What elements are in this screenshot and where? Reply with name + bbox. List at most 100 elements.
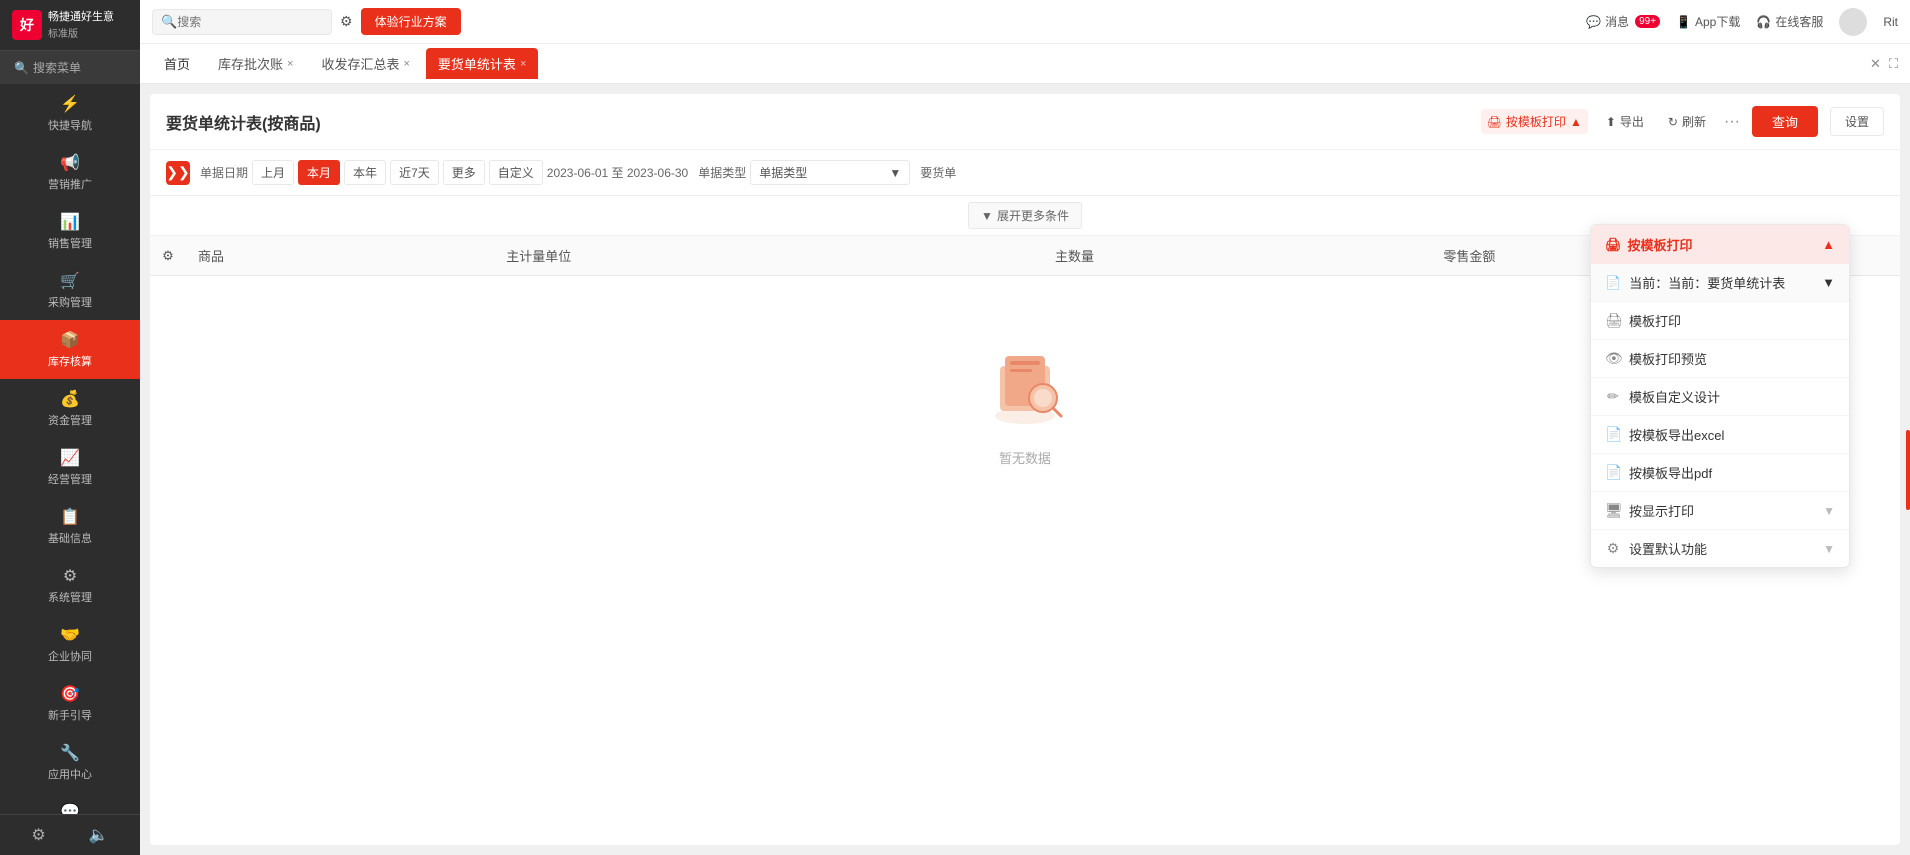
sidebar-item-operations[interactable]: 📈 经营管理 [0,438,140,497]
inventory-icon: 📦 [60,330,80,350]
export-pdf-label: 按模板导出pdf [1629,463,1835,482]
dropdown-display-print[interactable]: 🖥 按显示打印 ▼ [1591,492,1849,530]
footer-settings-icon[interactable]: ⚙ [31,825,45,845]
dropdown-template-custom[interactable]: ✏ 模板自定义设计 [1591,378,1849,416]
export-icon: ⬆ [1606,115,1616,129]
logo-icon: 好 [12,10,42,40]
headset-icon: 🎧 [1756,15,1771,29]
filter-expand-button[interactable]: ❯❯ [166,161,190,185]
tabs-bar: 首页 库存批次账 × 收发存汇总表 × 要货单统计表 × ✕ ⛶ [140,44,1910,84]
sidebar-item-app-center[interactable]: 🔧 应用中心 [0,733,140,792]
sidebar-item-purchase[interactable]: 🛒 采购管理 [0,261,140,320]
sidebar-item-finance[interactable]: 💰 资金管理 [0,379,140,438]
custom-date-btn[interactable]: 自定义 [489,160,543,185]
current-template-label: 当前：当前：要货单统计表 [1629,273,1814,292]
expand-more-label: 展开更多条件 [997,207,1069,224]
trial-button[interactable]: 体验行业方案 [361,8,461,35]
sidebar-search[interactable]: 🔍 搜索菜单 [0,51,140,84]
user-avatar-btn[interactable] [1839,8,1867,36]
refresh-icon: ↻ [1668,115,1678,129]
search-input[interactable] [177,15,323,29]
print-icon: 🖨 [1487,115,1502,129]
footer-sound-icon[interactable]: 🔈 [89,825,109,845]
order-status-label: 要货单 [920,164,956,181]
marketing-icon: 📢 [60,153,80,173]
app-download-btn[interactable]: 📱 App下载 [1676,13,1740,30]
th-unit: 主计量单位 [494,236,1043,276]
tab-order-stats-close[interactable]: × [520,58,526,70]
app-name: 畅捷通好生意 [48,10,114,25]
prev-month-btn[interactable]: 上月 [252,160,294,185]
doc-type-filter-group: 单据类型 单据类型 ▼ [698,160,910,185]
sidebar-item-cooperation[interactable]: 🤝 企业协同 [0,615,140,674]
dropdown-title: 按模板打印 [1628,235,1693,254]
sidebar-item-label: 库存核算 [48,353,92,369]
sidebar-item-basic-info[interactable]: 📋 基础信息 [0,497,140,556]
dropdown-header-left: 🖨 按模板打印 [1605,235,1693,254]
sidebar-item-wechat[interactable]: 💬 企业微信 [0,792,140,814]
tab-expand-icon[interactable]: ⛶ [1889,56,1898,72]
query-button[interactable]: 查询 [1752,106,1818,137]
export-pdf-icon: 📄 [1605,464,1621,481]
sidebar-item-system[interactable]: ⚙ 系统管理 [0,556,140,615]
sidebar-item-guide[interactable]: 🎯 新手引导 [0,674,140,733]
cooperation-icon: 🤝 [60,625,80,645]
guide-icon: 🎯 [60,684,80,704]
display-print-arrow: ▼ [1823,504,1835,518]
dropdown-template-preview[interactable]: 👁 模板打印预览 [1591,340,1849,378]
tab-close-all-icon[interactable]: ✕ [1870,56,1881,72]
sidebar-item-marketing[interactable]: 📢 营销推广 [0,143,140,202]
template-custom-icon: ✏ [1605,388,1621,405]
tab-batch-ledger[interactable]: 库存批次账 × [206,48,305,79]
doc-type-select[interactable]: 单据类型 ▼ [750,160,910,185]
more-date-btn[interactable]: 更多 [443,160,485,185]
refresh-label: 刷新 [1682,113,1706,130]
tab-home-label: 首页 [164,54,190,73]
dropdown-current-template[interactable]: 📄 当前：当前：要货单统计表 ▼ [1591,264,1849,302]
purchase-icon: 🛒 [60,271,80,291]
refresh-button[interactable]: ↻ 刷新 [1662,109,1712,134]
page-content: 要货单统计表(按商品) 🖨 按模板打印 ▲ ⬆ 导出 ↻ 刷新 [140,84,1910,855]
settings-button[interactable]: 设置 [1830,107,1884,136]
last7days-btn[interactable]: 近7天 [390,160,439,185]
dropdown-default-func[interactable]: ⚙ 设置默认功能 ▼ [1591,530,1849,567]
sidebar-item-label: 新手引导 [48,707,92,723]
template-preview-label: 模板打印预览 [1629,349,1835,368]
display-print-label: 按显示打印 [1629,501,1815,520]
template-print-label: 模板打印 [1629,311,1835,330]
dropdown-template-print[interactable]: 🖨 模板打印 [1591,302,1849,340]
sidebar-item-label: 快捷导航 [48,117,92,133]
current-month-btn[interactable]: 本月 [298,160,340,185]
date-range-display: 2023-06-01 至 2023-06-30 [547,164,688,181]
tab-home[interactable]: 首页 [152,48,202,79]
tab-order-stats[interactable]: 要货单统计表 × [426,48,538,79]
current-year-btn[interactable]: 本年 [344,160,386,185]
tab-collection-summary-close[interactable]: × [403,58,409,70]
finance-icon: 💰 [60,389,80,409]
print-template-button[interactable]: 🖨 按模板打印 ▲ [1481,109,1588,134]
sidebar-item-quick-nav[interactable]: ⚡ 快捷导航 [0,84,140,143]
sidebar-item-inventory[interactable]: 📦 库存核算 [0,320,140,379]
dropdown-template-export-excel[interactable]: 📄 按模板导出excel [1591,416,1849,454]
online-service-btn[interactable]: 🎧 在线客服 [1756,13,1823,30]
tab-batch-ledger-close[interactable]: × [287,58,293,70]
export-button[interactable]: ⬆ 导出 [1600,109,1650,134]
sidebar-item-label: 系统管理 [48,589,92,605]
app-download-label: App下载 [1695,13,1740,30]
dropdown-collapse-icon[interactable]: ▲ [1822,237,1835,252]
username-label: Rit [1883,15,1898,29]
sidebar-item-sales[interactable]: 📊 销售管理 [0,202,140,261]
sidebar-item-label: 销售管理 [48,235,92,251]
th-settings[interactable]: ⚙ [150,236,186,276]
tab-collection-summary[interactable]: 收发存汇总表 × [309,48,421,79]
basic-info-icon: 📋 [60,507,80,527]
expand-more-button[interactable]: ▼ 展开更多条件 [968,202,1082,229]
more-actions-icon[interactable]: ··· [1724,113,1740,131]
topbar-gear-button[interactable]: ⚙ [340,13,353,30]
topbar: 🔍 ⚙ 体验行业方案 💬 消息 99+ 📱 App下载 🎧 在线客服 [140,0,1910,44]
dropdown-template-export-pdf[interactable]: 📄 按模板导出pdf [1591,454,1849,492]
resize-handle[interactable] [1906,430,1910,510]
current-template-arrow: ▼ [1822,275,1835,290]
topbar-search-box[interactable]: 🔍 [152,9,332,35]
messages-btn[interactable]: 💬 消息 99+ [1586,13,1660,30]
